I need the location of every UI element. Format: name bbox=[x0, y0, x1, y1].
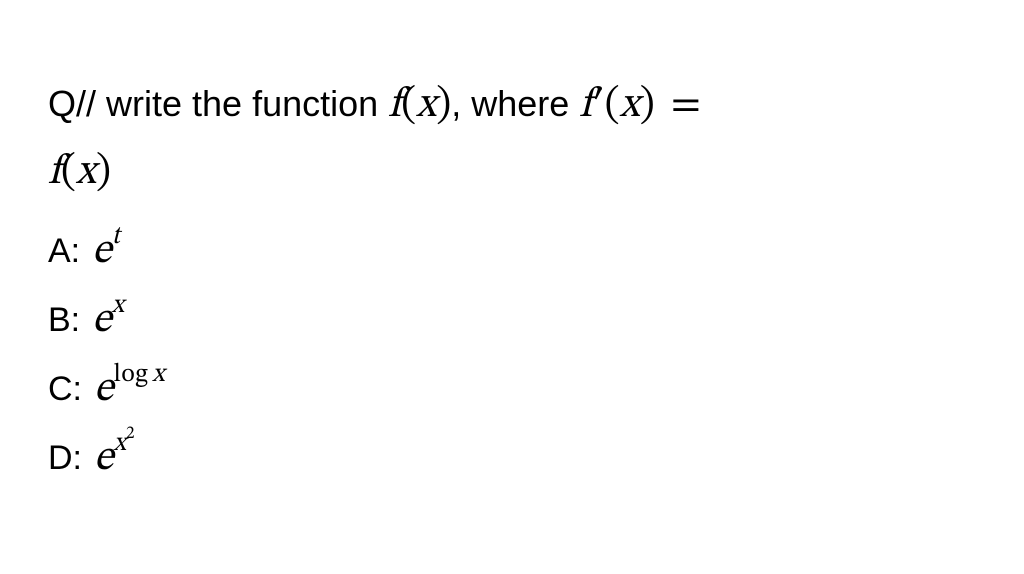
option-d-expr: ex2 bbox=[94, 427, 135, 490]
option-a: A: et bbox=[48, 220, 976, 283]
question-mid: , where bbox=[451, 83, 579, 124]
option-a-label: A: bbox=[48, 226, 80, 277]
question-line-1: Q// write the function f(x), where f′(x)… bbox=[48, 72, 976, 139]
option-c-expr: elog x bbox=[94, 358, 165, 421]
option-b-expr: ex bbox=[92, 289, 124, 352]
option-c-label: C: bbox=[48, 364, 82, 415]
question-line-2: f(x) bbox=[48, 143, 976, 202]
question-prefix: Q// write the function bbox=[48, 83, 388, 124]
option-b-label: B: bbox=[48, 295, 80, 346]
option-d: D: ex2 bbox=[48, 427, 976, 490]
question-rhs: f(x) bbox=[48, 151, 111, 193]
equals-sign: = bbox=[665, 84, 707, 126]
question-fprimex: f′(x) bbox=[579, 84, 654, 126]
option-b: B: ex bbox=[48, 289, 976, 352]
option-c: C: elog x bbox=[48, 358, 976, 421]
question-fx: f(x) bbox=[388, 84, 451, 126]
option-d-label: D: bbox=[48, 433, 82, 484]
option-a-expr: et bbox=[92, 220, 120, 283]
